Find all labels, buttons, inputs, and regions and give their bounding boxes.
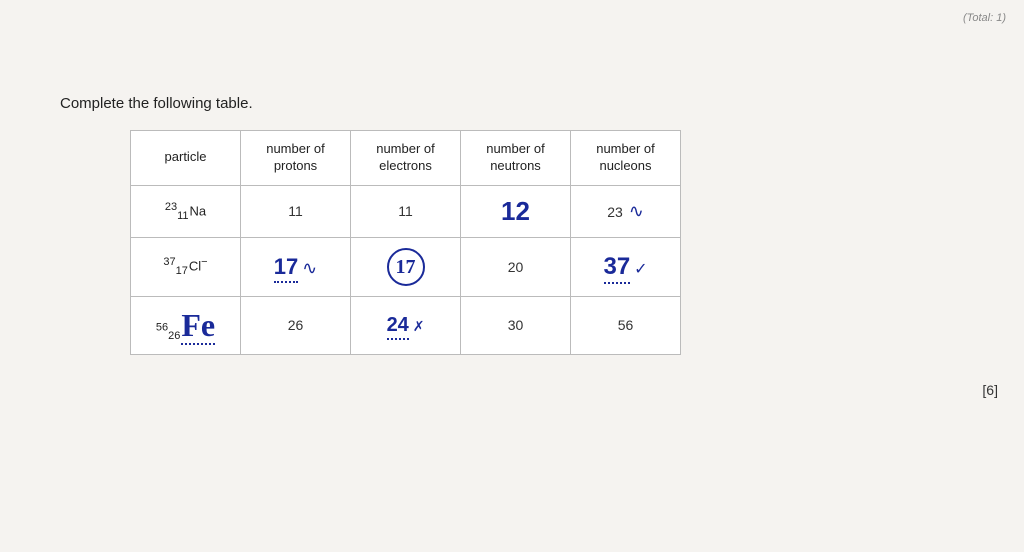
fe-electrons: 24 ✗ bbox=[351, 296, 461, 354]
particle-fe: 5626Fe bbox=[131, 296, 241, 354]
table-row: 5626Fe 26 24 ✗ 30 56 bbox=[131, 296, 681, 354]
col-header-neutrons: number ofneutrons bbox=[461, 131, 571, 186]
table-row: 3717Cl− 17 ∿ 17 20 37 ✓ bbox=[131, 237, 681, 296]
periodic-table: particle number ofprotons number ofelect… bbox=[130, 130, 681, 355]
na-neutrons: 12 bbox=[461, 185, 571, 237]
cl-electrons: 17 bbox=[351, 237, 461, 296]
particle-cl: 3717Cl− bbox=[131, 237, 241, 296]
table-row: 2311Na 11 11 12 23 ∿ bbox=[131, 185, 681, 237]
score-label: [6] bbox=[982, 382, 998, 398]
cl-nucleons: 37 ✓ bbox=[571, 237, 681, 296]
particle-na: 2311Na bbox=[131, 185, 241, 237]
na-nucleons: 23 ∿ bbox=[571, 185, 681, 237]
cl-protons: 17 ∿ bbox=[241, 237, 351, 296]
table-container: particle number ofprotons number ofelect… bbox=[130, 130, 681, 355]
fe-protons: 26 bbox=[241, 296, 351, 354]
col-header-electrons: number ofelectrons bbox=[351, 131, 461, 186]
fe-nucleons: 56 bbox=[571, 296, 681, 354]
fe-neutrons: 30 bbox=[461, 296, 571, 354]
corner-text: (Total: 1) bbox=[963, 12, 1006, 24]
cl-neutrons: 20 bbox=[461, 237, 571, 296]
instructions: Complete the following table. bbox=[60, 95, 253, 112]
col-header-nucleons: number ofnucleons bbox=[571, 131, 681, 186]
col-header-particle: particle bbox=[131, 131, 241, 186]
page: (Total: 1) Complete the following table.… bbox=[0, 0, 1024, 552]
na-protons: 11 bbox=[241, 185, 351, 237]
col-header-protons: number ofprotons bbox=[241, 131, 351, 186]
na-electrons: 11 bbox=[351, 185, 461, 237]
